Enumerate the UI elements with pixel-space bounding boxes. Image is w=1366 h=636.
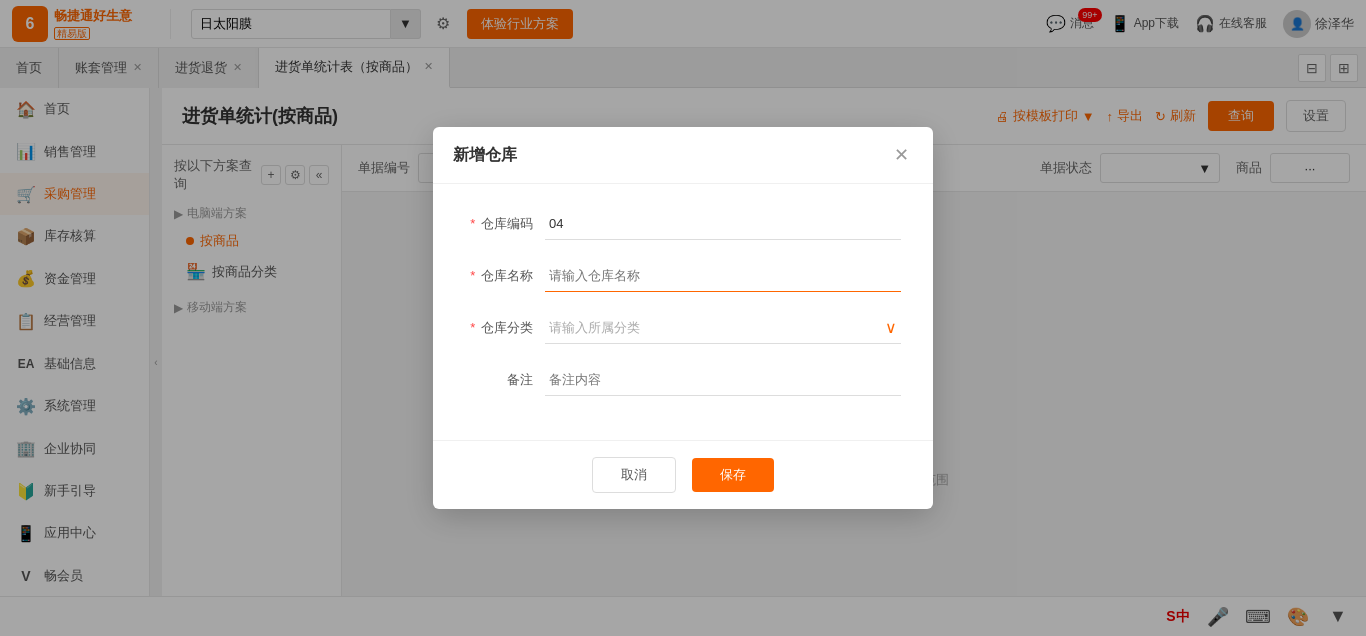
form-row-name: * 仓库名称 [465, 260, 901, 292]
code-input[interactable] [545, 208, 901, 240]
form-row-category: * 仓库分类 请输入所属分类 ∨ [465, 312, 901, 344]
modal-footer: 取消 保存 [433, 440, 933, 509]
category-select[interactable]: 请输入所属分类 ∨ [545, 312, 901, 344]
cancel-button[interactable]: 取消 [592, 457, 676, 493]
modal-close-button[interactable]: ✕ [889, 143, 913, 167]
category-label: * 仓库分类 [465, 319, 545, 337]
form-row-note: 备注 [465, 364, 901, 396]
modal-body: * 仓库编码 * 仓库名称 * 仓库分类 请输入所属 [433, 184, 933, 440]
name-input[interactable] [545, 260, 901, 292]
note-label: 备注 [465, 371, 545, 389]
save-button[interactable]: 保存 [692, 458, 774, 492]
note-input[interactable] [545, 364, 901, 396]
form-row-code: * 仓库编码 [465, 208, 901, 240]
name-label: * 仓库名称 [465, 267, 545, 285]
modal-title: 新增仓库 [453, 145, 517, 166]
category-dropdown-icon: ∨ [885, 318, 897, 337]
modal-header: 新增仓库 ✕ [433, 127, 933, 184]
new-warehouse-modal: 新增仓库 ✕ * 仓库编码 * 仓库名称 [433, 127, 933, 509]
modal-overlay: 新增仓库 ✕ * 仓库编码 * 仓库名称 [0, 0, 1366, 636]
code-label: * 仓库编码 [465, 215, 545, 233]
